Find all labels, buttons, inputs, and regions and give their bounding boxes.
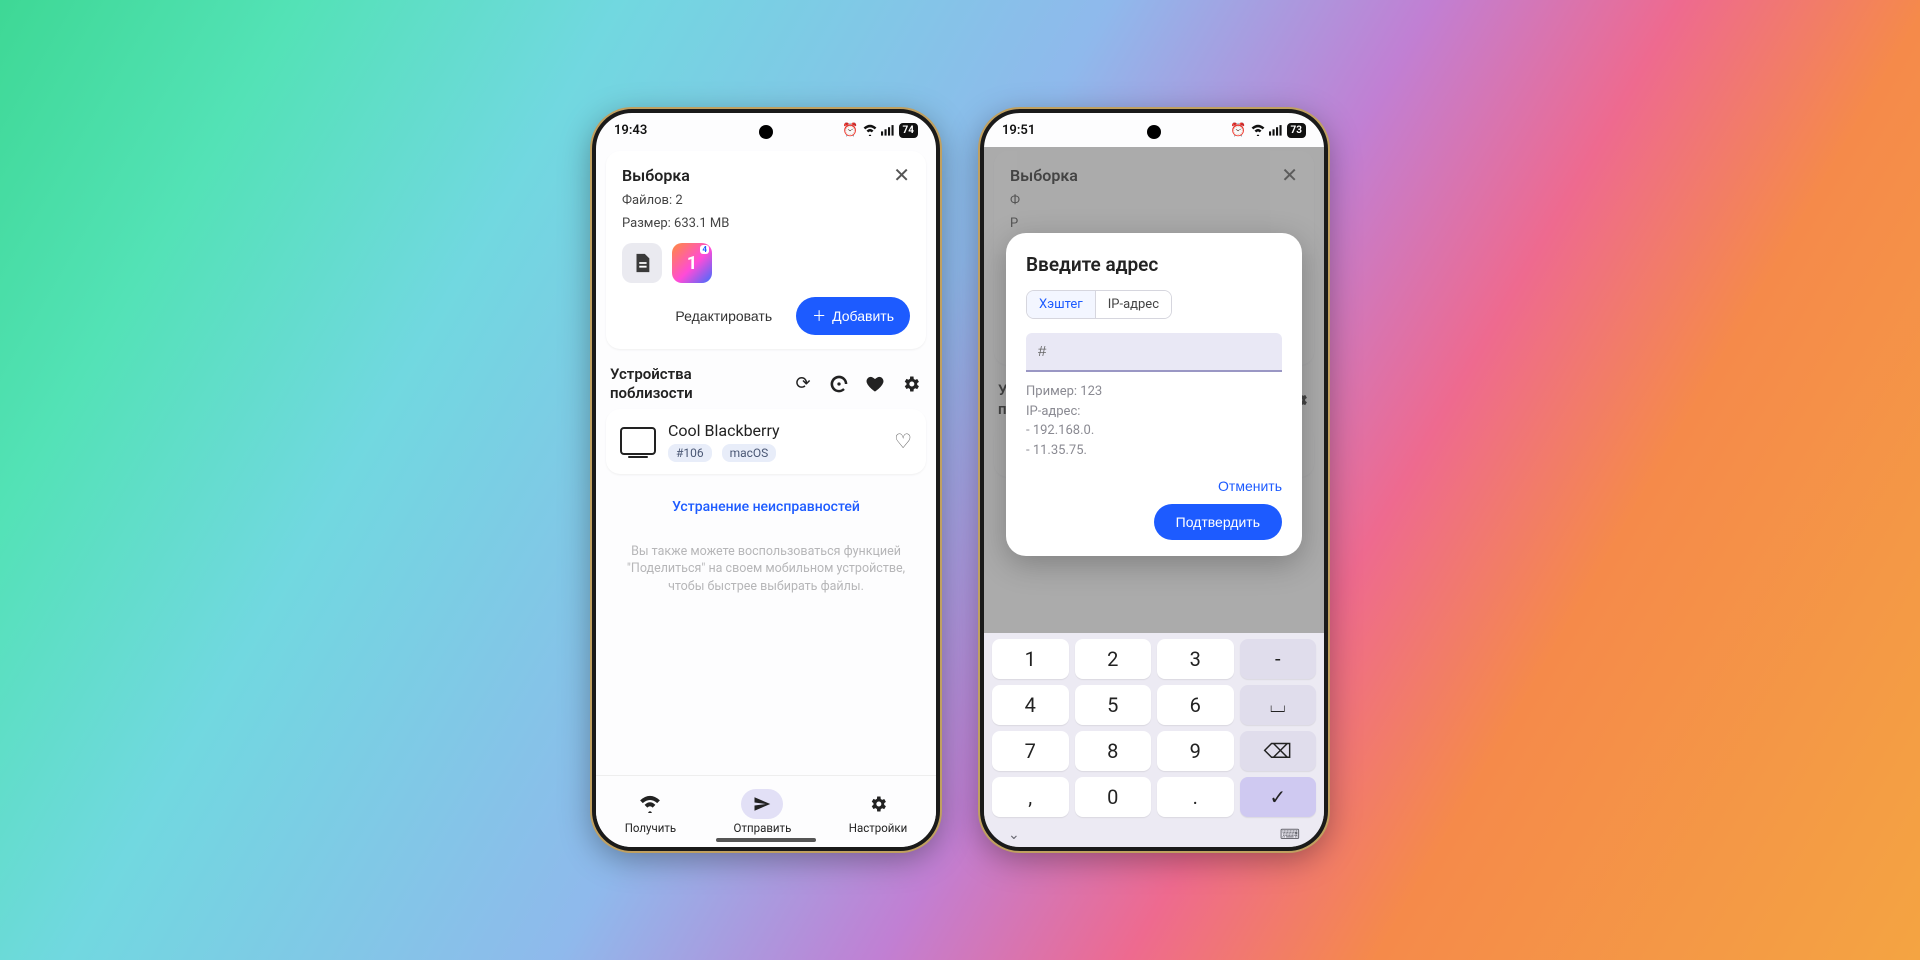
confirm-button[interactable]: Подтвердить	[1154, 504, 1282, 540]
edit-button[interactable]: Редактировать	[659, 297, 788, 335]
file-thumbs: 1	[622, 243, 910, 283]
home-indicator[interactable]	[716, 838, 816, 842]
device-tag-id: #106	[668, 444, 712, 462]
send-icon	[741, 789, 783, 819]
battery-icon: 74	[899, 123, 918, 138]
file-thumb-app[interactable]: 1	[672, 243, 712, 283]
key-5[interactable]: 5	[1075, 685, 1152, 725]
key-1[interactable]: 1	[992, 639, 1069, 679]
tab-hashtag[interactable]: Хэштег	[1027, 291, 1096, 318]
key-0[interactable]: 0	[1075, 777, 1152, 817]
nav-send-label: Отправить	[734, 821, 792, 835]
nav-settings-label: Настройки	[849, 821, 908, 835]
nav-receive[interactable]: Получить	[625, 789, 676, 835]
screen: Выборка ✕ Ф Р Успо Вы также можете воспо…	[984, 147, 1324, 847]
favorite-icon[interactable]	[864, 373, 886, 395]
key-dash[interactable]: -	[1240, 639, 1317, 679]
phone-right: 19:51 ⏰ 73 Выборка ✕ Ф Р Успо Вы также м…	[980, 109, 1328, 851]
key-4[interactable]: 4	[992, 685, 1069, 725]
laptop-icon	[620, 427, 656, 455]
dialog-hints: Пример: 123 IP-адрес: - 192.168.0. - 11.…	[1026, 382, 1282, 460]
address-dialog: Введите адрес Хэштег IP-адрес Пример: 12…	[1006, 233, 1302, 556]
alarm-icon: ⏰	[1230, 123, 1246, 138]
address-input[interactable]	[1026, 333, 1282, 372]
numeric-keyboard: 1 2 3 - 4 5 6 ⌴ 7 8 9 ⌫ , 0 . ✓	[984, 633, 1324, 847]
gear-icon	[857, 789, 899, 819]
alarm-icon: ⏰	[842, 123, 858, 138]
key-7[interactable]: 7	[992, 731, 1069, 771]
nav-settings[interactable]: Настройки	[849, 789, 908, 835]
key-enter[interactable]: ✓	[1240, 777, 1317, 817]
hint-ip1: - 192.168.0.	[1026, 421, 1282, 441]
signal-icon	[1269, 124, 1283, 136]
screen: Выборка ✕ Файлов: 2 Размер: 633.1 MB 1 Р…	[596, 147, 936, 847]
favorite-device-icon[interactable]: ♡	[894, 429, 912, 453]
sync-icon[interactable]: ⟳	[792, 373, 814, 395]
key-2[interactable]: 2	[1075, 639, 1152, 679]
selection-card: Выборка ✕ Файлов: 2 Размер: 633.1 MB 1 Р…	[606, 151, 926, 349]
add-button[interactable]: ＋ Добавить	[796, 297, 910, 335]
front-camera	[759, 125, 773, 139]
device-card[interactable]: Cool Blackberry #106 macOS ♡	[606, 409, 926, 474]
wifi-icon	[1251, 124, 1265, 136]
files-count: Файлов: 2	[622, 193, 910, 208]
keyboard-switch-icon[interactable]: ⌨	[1280, 827, 1300, 843]
nearby-title: Устройства поблизости	[610, 365, 730, 403]
add-button-label: Добавить	[832, 308, 894, 324]
nearby-section-header: Устройства поблизости ⟳	[606, 363, 926, 409]
battery-icon: 73	[1287, 123, 1306, 138]
wifi-icon	[863, 124, 877, 136]
hint-ip-label: IP-адрес:	[1026, 402, 1282, 422]
status-time: 19:51	[1002, 123, 1035, 138]
device-tag-os: macOS	[722, 444, 777, 462]
key-9[interactable]: 9	[1157, 731, 1234, 771]
key-comma[interactable]: ,	[992, 777, 1069, 817]
hint-ip2: - 11.35.75.	[1026, 441, 1282, 461]
radar-icon[interactable]	[828, 373, 850, 395]
key-3[interactable]: 3	[1157, 639, 1234, 679]
share-hint: Вы также можете воспользоваться функцией…	[606, 543, 926, 596]
key-8[interactable]: 8	[1075, 731, 1152, 771]
settings-icon[interactable]	[900, 373, 922, 395]
signal-icon	[881, 124, 895, 136]
close-icon[interactable]: ✕	[893, 165, 910, 185]
dialog-title: Введите адрес	[1026, 253, 1282, 276]
nav-receive-label: Получить	[625, 821, 676, 835]
file-thumb-document[interactable]	[622, 243, 662, 283]
key-space[interactable]: ⌴	[1240, 685, 1317, 725]
status-icons: ⏰ 73	[1230, 123, 1306, 138]
key-6[interactable]: 6	[1157, 685, 1234, 725]
tab-ip[interactable]: IP-адрес	[1096, 291, 1171, 318]
keyboard-collapse-icon[interactable]: ⌄	[1008, 827, 1020, 843]
address-type-tabs: Хэштег IP-адрес	[1026, 290, 1172, 319]
key-backspace[interactable]: ⌫	[1240, 731, 1317, 771]
files-size: Размер: 633.1 MB	[622, 216, 910, 231]
key-period[interactable]: .	[1157, 777, 1234, 817]
front-camera	[1147, 125, 1161, 139]
cancel-button[interactable]: Отменить	[1218, 478, 1282, 494]
status-time: 19:43	[614, 123, 647, 138]
troubleshoot-link[interactable]: Устранение неисправностей	[672, 499, 860, 515]
selection-title: Выборка	[622, 166, 690, 185]
device-name: Cool Blackberry	[668, 421, 882, 440]
bottom-nav: Получить Отправить Настройки	[596, 775, 936, 847]
nav-send[interactable]: Отправить	[734, 789, 792, 835]
hint-example: Пример: 123	[1026, 382, 1282, 402]
plus-icon: ＋	[812, 306, 826, 326]
status-icons: ⏰ 74	[842, 123, 918, 138]
wifi-icon	[629, 789, 671, 819]
phone-left: 19:43 ⏰ 74 Выборка ✕ Файлов: 2 Размер: 6…	[592, 109, 940, 851]
